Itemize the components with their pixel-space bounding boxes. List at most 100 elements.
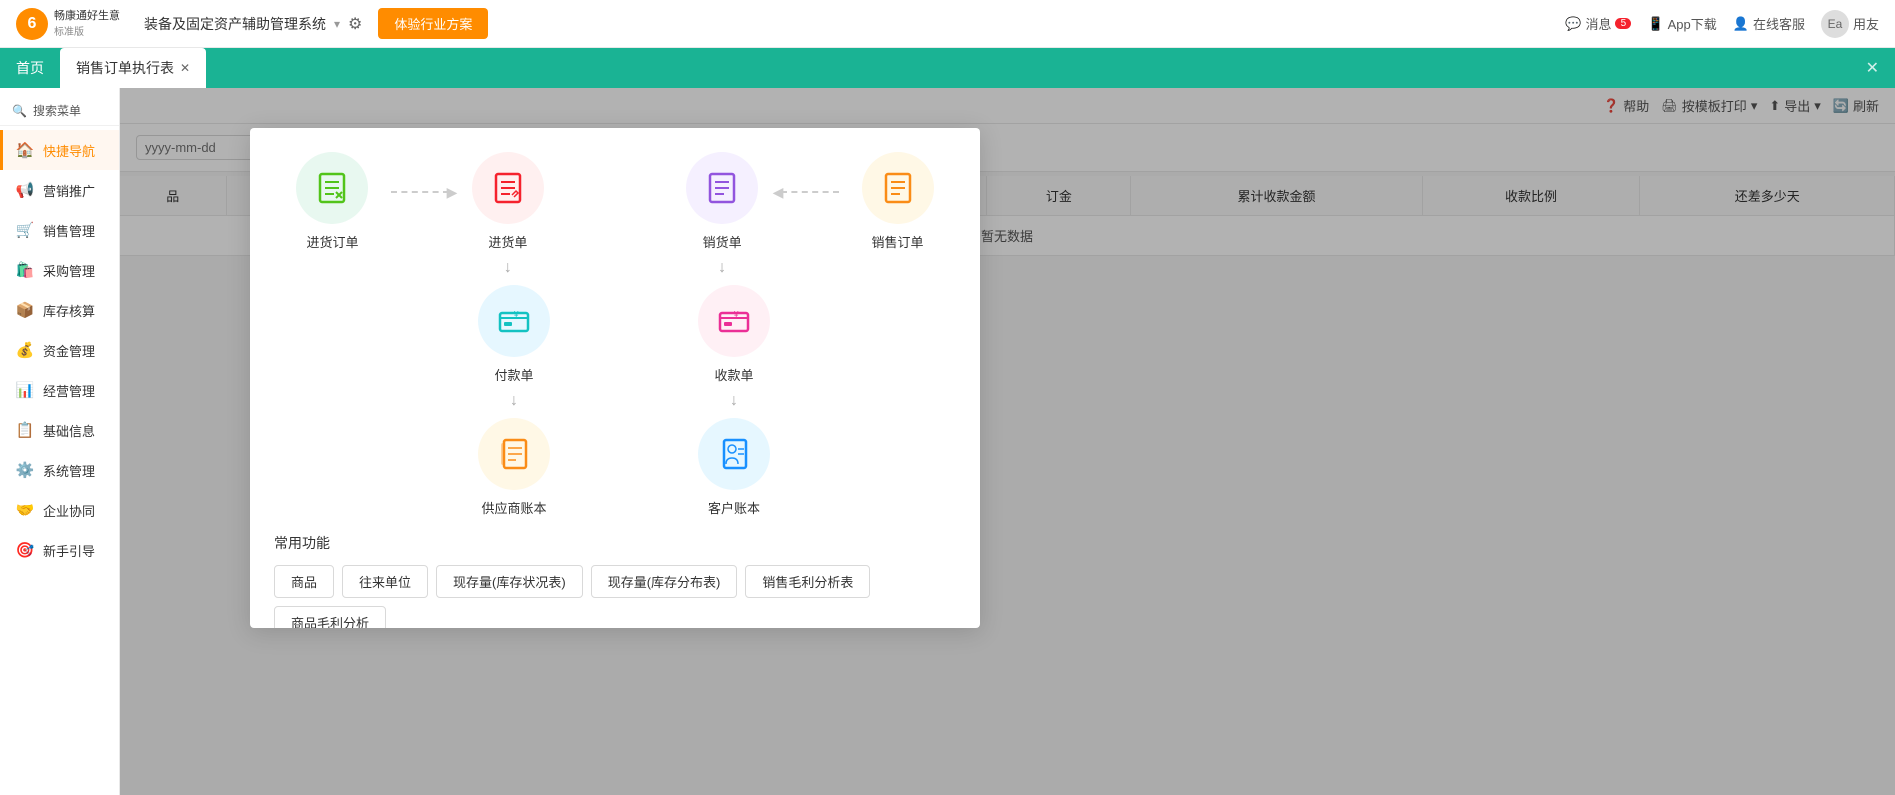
sidebar-item-label: 系统管理 xyxy=(43,461,95,480)
inventory-icon: 📦 xyxy=(15,300,35,320)
user-label: 用友 xyxy=(1853,14,1879,33)
gear-icon[interactable]: ⚙ xyxy=(348,14,362,34)
supplier-ledger-icon xyxy=(478,418,550,490)
system-icon: ⚙️ xyxy=(15,460,35,480)
common-buttons-row1: 商品 往来单位 现存量(库存状况表) 现存量(库存分布表) 销售毛利分析表 商品… xyxy=(274,565,956,628)
purchase-icon xyxy=(472,152,544,224)
tab-bar-close-icon[interactable]: ✕ xyxy=(1866,58,1879,78)
logo-number: 6 xyxy=(28,15,37,33)
collab-icon: 🤝 xyxy=(15,500,35,520)
common-btn-stock-dist[interactable]: 现存量(库存分布表) xyxy=(591,565,738,598)
experience-button[interactable]: 体验行业方案 xyxy=(378,8,488,39)
online-service-button[interactable]: 👤 在线客服 xyxy=(1733,14,1805,33)
purchase-order-label: 进货订单 xyxy=(306,232,358,251)
sidebar-item-collab[interactable]: 🤝 企业协同 xyxy=(0,490,119,530)
popup-overlay[interactable]: 进货订单 ▶ 进货单 xyxy=(120,88,1895,795)
sales-order-label: 销售订单 xyxy=(872,232,924,251)
tab-home-label: 首页 xyxy=(16,58,44,78)
sidebar-item-marketing[interactable]: 📢 营销推广 xyxy=(0,170,119,210)
customer-ledger-label: 客户账本 xyxy=(708,498,760,517)
sidebar-item-label: 营销推广 xyxy=(43,181,95,200)
sidebar-item-inventory[interactable]: 📦 库存核算 xyxy=(0,290,119,330)
popup-box: 进货订单 ▶ 进货单 xyxy=(250,128,980,628)
message-label: 消息 xyxy=(1585,14,1611,33)
sidebar-item-basic-info[interactable]: 📋 基础信息 xyxy=(0,410,119,450)
supplier-ledger-label: 供应商账本 xyxy=(481,498,546,517)
download-icon: 📱 xyxy=(1647,16,1663,32)
sidebar-item-purchase[interactable]: 🛍️ 采购管理 xyxy=(0,250,119,290)
svg-text:¥: ¥ xyxy=(513,310,519,319)
sidebar-search-label: 搜索菜单 xyxy=(33,102,81,119)
tab-home[interactable]: 首页 xyxy=(0,48,60,88)
sidebar-item-system[interactable]: ⚙️ 系统管理 xyxy=(0,450,119,490)
common-btn-product[interactable]: 商品 xyxy=(274,565,334,598)
service-icon: 👤 xyxy=(1733,16,1749,32)
sidebar-item-label: 采购管理 xyxy=(43,261,95,280)
logo-text-block: 畅康通好生意 标准版 xyxy=(54,9,120,38)
common-btn-partner[interactable]: 往来单位 xyxy=(342,565,428,598)
basic-info-icon: 📋 xyxy=(15,420,35,440)
sidebar-search[interactable]: 🔍 搜索菜单 xyxy=(0,96,119,126)
flow-node-receipt[interactable]: ¥ 收款单 xyxy=(674,285,794,384)
purchase-order-icon xyxy=(296,152,368,224)
sidebar-item-label: 资金管理 xyxy=(43,341,95,360)
sidebar-item-sales[interactable]: 🛒 销售管理 xyxy=(0,210,119,250)
sidebar-item-label: 销售管理 xyxy=(43,221,95,240)
search-icon: 🔍 xyxy=(12,104,27,118)
message-badge: 5 xyxy=(1615,18,1631,29)
common-btn-stock-status[interactable]: 现存量(库存状况表) xyxy=(436,565,583,598)
sidebar-item-guide[interactable]: 🎯 新手引导 xyxy=(0,530,119,570)
common-btn-sales-margin[interactable]: 销售毛利分析表 xyxy=(745,565,870,598)
flow-node-sales[interactable]: 销货单 xyxy=(664,152,781,251)
flow-node-purchase-order[interactable]: 进货订单 xyxy=(274,152,391,251)
sidebar-item-label: 快捷导航 xyxy=(43,141,95,160)
marketing-icon: 📢 xyxy=(15,180,35,200)
logo-subtitle: 标准版 xyxy=(54,23,120,38)
operations-icon: 📊 xyxy=(15,380,35,400)
flow-node-purchase[interactable]: 进货单 xyxy=(449,152,566,251)
quick-nav-icon: 🏠 xyxy=(15,140,35,160)
sidebar-item-finance[interactable]: 💰 资金管理 xyxy=(0,330,119,370)
sidebar-item-label: 企业协同 xyxy=(43,501,95,520)
tab-bar: 首页 销售订单执行表 ✕ ✕ xyxy=(0,48,1895,88)
sidebar-item-quick-nav[interactable]: 🏠 快捷导航 xyxy=(0,130,119,170)
message-icon: 💬 xyxy=(1565,16,1581,32)
payment-label: 付款单 xyxy=(494,365,533,384)
system-title: 装备及固定资产辅助管理系统 xyxy=(144,14,326,34)
header-right: 💬 消息 5 📱 App下载 👤 在线客服 Ea 用友 xyxy=(1565,10,1879,38)
sidebar-item-label: 新手引导 xyxy=(43,541,95,560)
receipt-label: 收款单 xyxy=(714,365,753,384)
flow-node-customer-ledger[interactable]: 客户账本 xyxy=(674,418,794,517)
tab-close-icon[interactable]: ✕ xyxy=(180,61,190,75)
dropdown-arrow-icon[interactable]: ▾ xyxy=(334,17,340,31)
common-btn-product-margin[interactable]: 商品毛利分析 xyxy=(274,606,386,628)
common-functions-title: 常用功能 xyxy=(274,533,956,553)
flow-node-supplier-ledger[interactable]: 供应商账本 xyxy=(454,418,574,517)
content-area: ❓ 帮助 🖨 按模板打印 ▾ ⬆ 导出 ▾ 🔄 刷新 📅 单据状 xyxy=(120,88,1895,795)
sidebar-item-label: 基础信息 xyxy=(43,421,95,440)
message-button[interactable]: 💬 消息 5 xyxy=(1565,14,1631,33)
tab-sales-order-label: 销售订单执行表 xyxy=(76,58,174,78)
sidebar-item-label: 经营管理 xyxy=(43,381,95,400)
sales-icon xyxy=(686,152,758,224)
payment-icon: ¥ xyxy=(478,285,550,357)
common-functions-section: 常用功能 商品 往来单位 现存量(库存状况表) 现存量(库存分布表) 销售毛利分… xyxy=(274,533,956,628)
sidebar-item-operations[interactable]: 📊 经营管理 xyxy=(0,370,119,410)
flow-node-sales-order[interactable]: 销售订单 xyxy=(839,152,956,251)
tab-sales-order[interactable]: 销售订单执行表 ✕ xyxy=(60,48,206,88)
sales-order-icon xyxy=(862,152,934,224)
sidebar-item-label: 库存核算 xyxy=(43,301,95,320)
app-download-button[interactable]: 📱 App下载 xyxy=(1647,14,1716,33)
purchase-label: 进货单 xyxy=(488,232,527,251)
logo-area: 6 畅康通好生意 标准版 xyxy=(16,8,136,40)
flow-node-payment[interactable]: ¥ 付款单 xyxy=(454,285,574,384)
guide-icon: 🎯 xyxy=(15,540,35,560)
sales-label: 销货单 xyxy=(703,232,742,251)
online-service-label: 在线客服 xyxy=(1753,14,1805,33)
sidebar: 🔍 搜索菜单 🏠 快捷导航 📢 营销推广 🛒 销售管理 🛍️ 采购管理 📦 库存… xyxy=(0,88,120,795)
svg-text:¥: ¥ xyxy=(733,310,739,319)
avatar: Ea xyxy=(1821,10,1849,38)
user-area[interactable]: Ea 用友 xyxy=(1821,10,1879,38)
logo-icon: 6 xyxy=(16,8,48,40)
finance-icon: 💰 xyxy=(15,340,35,360)
